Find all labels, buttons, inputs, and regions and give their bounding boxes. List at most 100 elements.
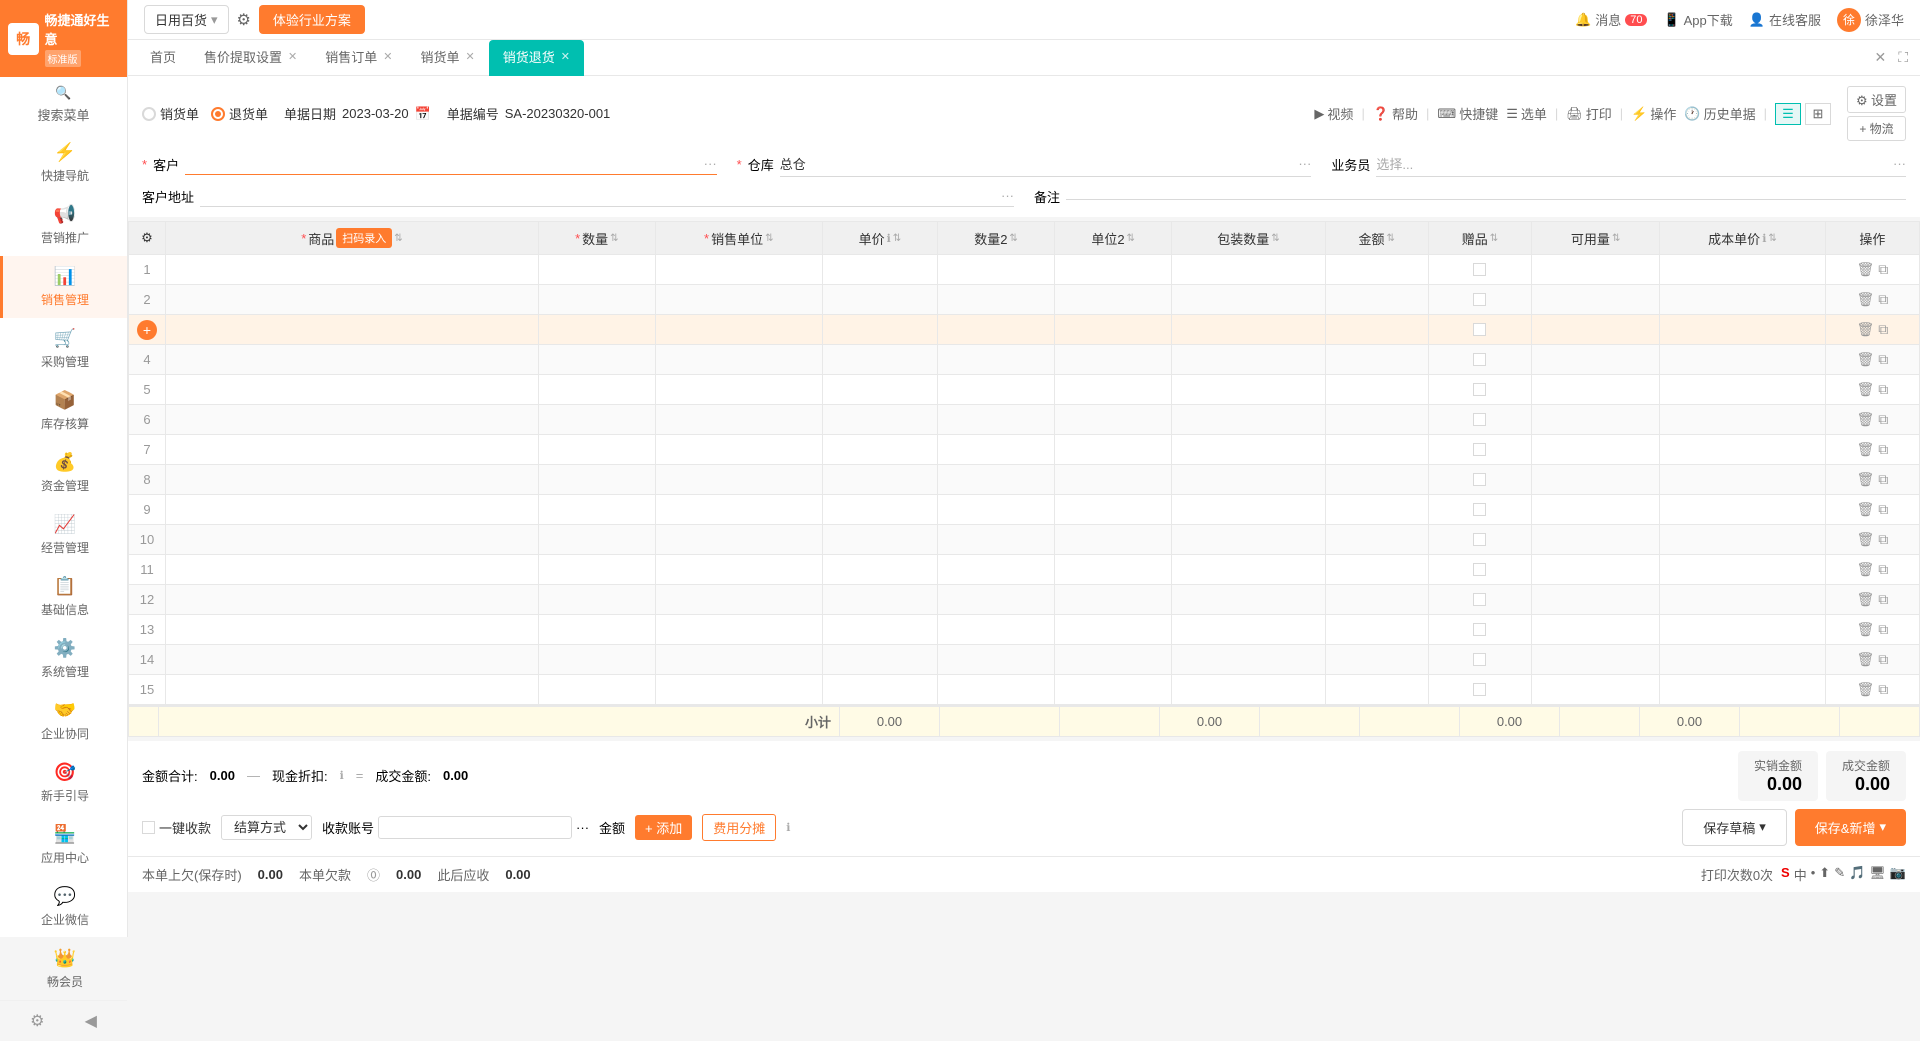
- qty2-cell[interactable]: [937, 345, 1054, 375]
- qty-cell[interactable]: [538, 465, 655, 495]
- print-button[interactable]: 打印次数0次: [1701, 865, 1773, 884]
- amount-cell[interactable]: [1325, 495, 1428, 525]
- qty2-cell[interactable]: [937, 555, 1054, 585]
- gift-checkbox[interactable]: [1473, 563, 1486, 576]
- amount-cell[interactable]: [1325, 255, 1428, 285]
- price-cell[interactable]: [822, 585, 937, 615]
- cost-price-cell[interactable]: [1660, 675, 1825, 705]
- toolbar-select[interactable]: ☰ 选单: [1506, 104, 1547, 123]
- pkg-qty-cell[interactable]: [1172, 435, 1325, 465]
- unit-cell[interactable]: [655, 285, 822, 315]
- toolbar-video[interactable]: ▶ 视频: [1314, 104, 1353, 123]
- copy-row-icon[interactable]: ⧉: [1878, 501, 1888, 518]
- settings-btn[interactable]: ⚙ 设置: [1847, 86, 1906, 113]
- pkg-qty-cell[interactable]: [1172, 555, 1325, 585]
- sort-icon[interactable]: ⇅: [1768, 233, 1776, 244]
- gift-cell[interactable]: [1428, 615, 1531, 645]
- cost-price-cell[interactable]: [1660, 345, 1825, 375]
- sort-icon[interactable]: ⇅: [1612, 233, 1620, 244]
- product-cell[interactable]: [166, 345, 539, 375]
- unit-cell[interactable]: [655, 315, 822, 345]
- view-grid-btn[interactable]: ⊞: [1805, 103, 1831, 125]
- sidebar-item-wechat[interactable]: 💬 企业微信: [0, 876, 127, 938]
- product-cell[interactable]: [166, 675, 539, 705]
- unit-cell[interactable]: [655, 255, 822, 285]
- gift-checkbox[interactable]: [1473, 413, 1486, 426]
- qty2-cell[interactable]: [937, 285, 1054, 315]
- pkg-qty-cell[interactable]: [1172, 615, 1325, 645]
- radio-return[interactable]: 退货单: [211, 104, 268, 123]
- gift-cell[interactable]: [1428, 555, 1531, 585]
- qty-cell[interactable]: [538, 345, 655, 375]
- tab-close-icon[interactable]: ✕: [288, 50, 297, 63]
- product-cell[interactable]: [166, 585, 539, 615]
- delete-row-icon[interactable]: 🗑: [1856, 471, 1874, 488]
- address-input[interactable]: ···: [200, 185, 1014, 207]
- amount-cell[interactable]: [1325, 435, 1428, 465]
- copy-row-icon[interactable]: ⧉: [1878, 261, 1888, 278]
- unit2-cell[interactable]: [1055, 495, 1172, 525]
- delete-row-icon[interactable]: 🗑: [1856, 261, 1874, 278]
- unit2-cell[interactable]: [1055, 615, 1172, 645]
- qty2-cell[interactable]: [937, 435, 1054, 465]
- pkg-qty-cell[interactable]: [1172, 495, 1325, 525]
- gift-cell[interactable]: [1428, 255, 1531, 285]
- gift-cell[interactable]: [1428, 375, 1531, 405]
- available-cell[interactable]: [1531, 495, 1659, 525]
- gift-checkbox[interactable]: [1473, 503, 1486, 516]
- amount-cell[interactable]: [1325, 615, 1428, 645]
- sidebar-item-enterprise[interactable]: 🤝 企业协同: [0, 690, 127, 752]
- sort-icon[interactable]: ⇅: [1490, 233, 1498, 244]
- pkg-qty-cell[interactable]: [1172, 645, 1325, 675]
- sidebar-item-purchase[interactable]: 🛒 采购管理: [0, 318, 127, 380]
- sidebar-item-member[interactable]: 👑 畅会员: [0, 938, 127, 1000]
- product-cell[interactable]: [166, 495, 539, 525]
- settings-bottom-icon[interactable]: ⚙: [30, 1011, 44, 1031]
- unit-cell[interactable]: [655, 465, 822, 495]
- delete-row-icon[interactable]: 🗑: [1856, 411, 1874, 428]
- price-cell[interactable]: [822, 375, 937, 405]
- product-input[interactable]: [174, 322, 530, 337]
- available-cell[interactable]: [1531, 585, 1659, 615]
- copy-row-icon[interactable]: ⧉: [1878, 621, 1888, 638]
- header-settings-icon[interactable]: ⚙: [237, 10, 251, 30]
- gift-checkbox[interactable]: [1473, 353, 1486, 366]
- view-list-btn[interactable]: ☰: [1775, 103, 1801, 125]
- qty2-cell[interactable]: [937, 645, 1054, 675]
- delete-row-icon[interactable]: 🗑: [1856, 621, 1874, 638]
- unit2-cell[interactable]: [1055, 345, 1172, 375]
- gift-checkbox[interactable]: [1473, 653, 1486, 666]
- toolbar-print[interactable]: 🖨 打印: [1566, 104, 1612, 123]
- sort-icon[interactable]: ⇅: [394, 233, 402, 244]
- unit2-cell[interactable]: [1055, 645, 1172, 675]
- gift-checkbox[interactable]: [1473, 323, 1486, 336]
- cost-price-cell[interactable]: [1660, 285, 1825, 315]
- available-cell[interactable]: [1531, 375, 1659, 405]
- amount-cell[interactable]: [1325, 465, 1428, 495]
- unit2-cell[interactable]: [1055, 465, 1172, 495]
- price-cell[interactable]: [822, 255, 937, 285]
- unit-cell[interactable]: [655, 435, 822, 465]
- radio-sale[interactable]: 销货单: [142, 104, 199, 123]
- experience-button[interactable]: 体验行业方案: [259, 5, 365, 34]
- gift-checkbox[interactable]: [1473, 443, 1486, 456]
- calendar-icon[interactable]: 📅: [415, 106, 431, 122]
- product-cell[interactable]: [166, 465, 539, 495]
- toolbar-shortcut[interactable]: ⌨ 快捷键: [1437, 104, 1498, 123]
- price-cell[interactable]: [822, 525, 937, 555]
- qty2-cell[interactable]: [937, 675, 1054, 705]
- sidebar-item-search[interactable]: 🔍 搜索菜单: [0, 77, 127, 132]
- available-cell[interactable]: [1531, 675, 1659, 705]
- cost-price-cell[interactable]: [1660, 465, 1825, 495]
- sidebar-item-basic[interactable]: 📋 基础信息: [0, 566, 127, 628]
- note-input[interactable]: [1066, 193, 1906, 200]
- unit2-cell[interactable]: [1055, 285, 1172, 315]
- gift-cell[interactable]: [1428, 585, 1531, 615]
- available-cell[interactable]: [1531, 405, 1659, 435]
- unit-cell[interactable]: [655, 375, 822, 405]
- amount-cell[interactable]: [1325, 555, 1428, 585]
- pkg-qty-cell[interactable]: [1172, 585, 1325, 615]
- tab-sale-order[interactable]: 销售订单 ✕: [311, 40, 406, 76]
- cost-price-cell[interactable]: [1660, 495, 1825, 525]
- sort-icon[interactable]: ⇅: [893, 233, 901, 244]
